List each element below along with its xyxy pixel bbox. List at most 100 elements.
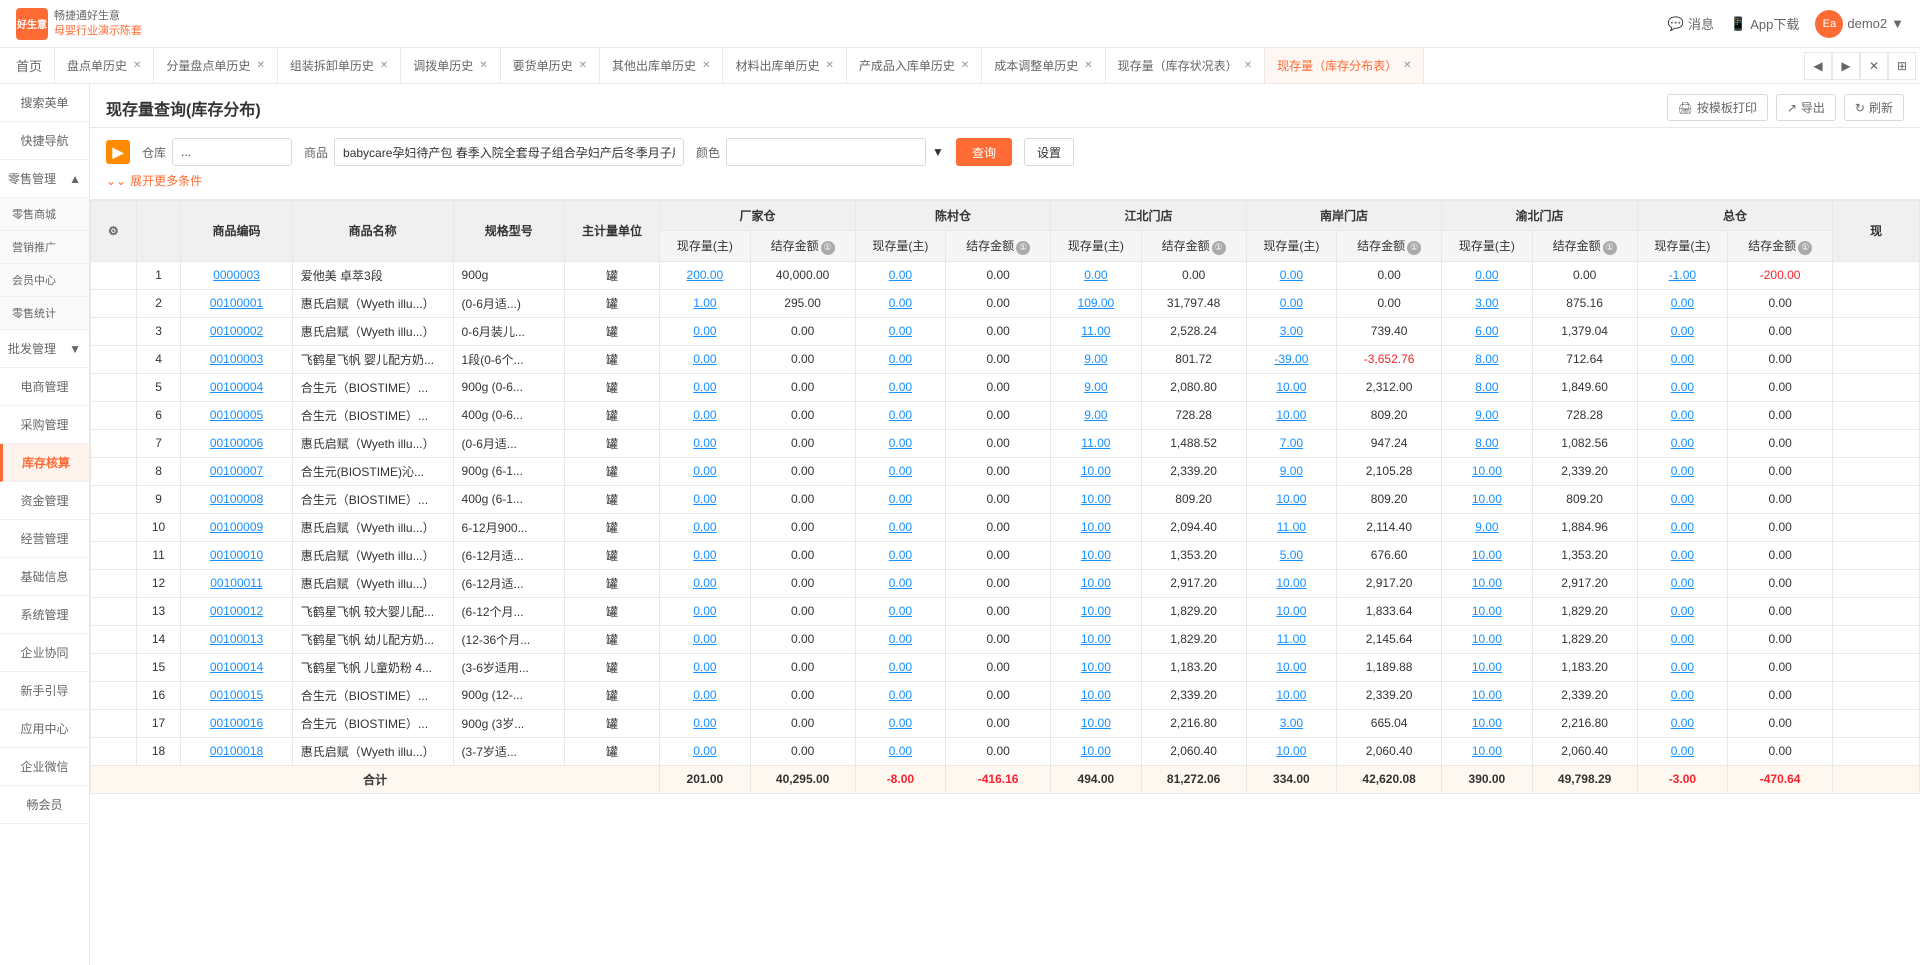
col-wh1-header: 厂家仓 <box>660 201 856 231</box>
sidebar-item-search[interactable]: 搜索英单 <box>0 84 89 122</box>
sidebar-item-member2[interactable]: 畅会员 <box>0 786 89 824</box>
col-total-qty: 现存量(主) <box>1637 231 1727 262</box>
tab-close-3[interactable]: ✕ <box>479 60 487 71</box>
product-label: 商品 <box>304 144 328 161</box>
tab-close-0[interactable]: ✕ <box>133 60 141 71</box>
tab-transfer[interactable]: 调拨单历史 ✕ <box>401 48 500 84</box>
info-icon-wh3[interactable]: ① <box>1212 241 1226 255</box>
logo-area: 好生意 畅捷通好生意 母婴行业演示陈套 <box>16 8 142 40</box>
sidebar-item-inventory[interactable]: 库存核算 <box>0 444 89 482</box>
settings-btn[interactable]: 设置 <box>1024 138 1074 166</box>
tab-expand-btn[interactable]: ⊞ <box>1888 52 1916 80</box>
table-row: 1300100012飞鹤星飞帆 较大婴儿配...(6-12个月...罐0.000… <box>91 597 1920 625</box>
sidebar-item-system[interactable]: 系统管理 <box>0 596 89 634</box>
tab-close-7[interactable]: ✕ <box>961 60 969 71</box>
tab-close-1[interactable]: ✕ <box>256 60 264 71</box>
table-row: 1400100013飞鹤星飞帆 幼儿配方奶...(12-36个月...罐0.00… <box>91 625 1920 653</box>
tab-material-out[interactable]: 材料出库单历史 ✕ <box>723 48 846 84</box>
warehouse-input[interactable] <box>172 138 292 166</box>
col-wh2-qty: 现存量(主) <box>855 231 945 262</box>
chevron-down-icon-wholesale: ▼ <box>69 342 81 356</box>
tab-close-6[interactable]: ✕ <box>825 60 833 71</box>
warehouse-label: 仓库 <box>142 144 166 161</box>
message-btn[interactable]: 💬 消息 <box>1668 14 1714 33</box>
sidebar-item-wholesale[interactable]: 批发管理▼ <box>0 330 89 368</box>
export-btn[interactable]: ↗ 导出 <box>1776 94 1836 121</box>
sidebar-item-enterprise[interactable]: 企业协同 <box>0 634 89 672</box>
sidebar-item-retail-mgmt[interactable]: 零售管理▲ <box>0 160 89 198</box>
message-icon: 💬 <box>1668 16 1684 32</box>
info-icon-wh2[interactable]: ① <box>1016 241 1030 255</box>
sidebar-item-marketing[interactable]: 营销推广 <box>0 231 89 264</box>
tab-close-10[interactable]: ✕ <box>1403 60 1411 71</box>
tab-home[interactable]: 首页 <box>4 48 55 84</box>
table-row: 1200100011惠氏启赋（Wyeth illu...）(6-12月适...罐… <box>91 569 1920 597</box>
color-label: 颜色 <box>696 144 720 161</box>
table-row: 700100006惠氏启赋（Wyeth illu...）(0-6月适...罐0.… <box>91 429 1920 457</box>
tab-sub-inventory[interactable]: 分量盘点单历史 ✕ <box>154 48 277 84</box>
tab-finished-in[interactable]: 产成品入库单历史 ✕ <box>847 48 982 84</box>
app-download-btn[interactable]: 📱 App下载 <box>1730 14 1799 33</box>
print-btn[interactable]: 🖨 按模板打印 <box>1667 94 1768 121</box>
sidebar-item-guide[interactable]: 新手引导 <box>0 672 89 710</box>
sidebar-item-finance[interactable]: 资金管理 <box>0 482 89 520</box>
tab-assembly[interactable]: 组装拆卸单历史 ✕ <box>278 48 401 84</box>
tab-order[interactable]: 要货单历史 ✕ <box>501 48 600 84</box>
col-gear[interactable]: ⚙ <box>91 201 137 262</box>
table-header-group: ⚙ 商品编码 商品名称 规格型号 主计量单位 厂家仓 陈村仓 江北门店 南岸门店… <box>91 201 1920 231</box>
export-icon: ↗ <box>1787 101 1797 115</box>
tab-cost-adjust[interactable]: 成本调整单历史 ✕ <box>982 48 1105 84</box>
expand-conditions-btn[interactable]: ⌄⌄ 展开更多条件 <box>106 172 202 189</box>
refresh-btn[interactable]: ↻ 刷新 <box>1844 94 1904 121</box>
query-btn[interactable]: 查询 <box>956 138 1012 166</box>
table-row: 800100007合生元(BIOSTIME)沁...900g (6-1...罐0… <box>91 457 1920 485</box>
table-row: 200100001惠氏启赋（Wyeth illu...）(0-6月适...)罐1… <box>91 289 1920 317</box>
topbar-right: 💬 消息 📱 App下载 Ea demo2 ▼ <box>1668 10 1904 38</box>
sidebar-item-basic[interactable]: 基础信息 <box>0 558 89 596</box>
chevron-up-icon: ▲ <box>69 172 81 186</box>
tab-close-9[interactable]: ✕ <box>1244 60 1252 71</box>
tab-close-all-btn[interactable]: ✕ <box>1860 52 1888 80</box>
table-row: 500100004合生元（BIOSTIME）...900g (0-6...罐0.… <box>91 373 1920 401</box>
sidebar-sub-retail: 零售商城 营销推广 会员中心 零售统计 <box>0 198 89 330</box>
user-info[interactable]: Ea demo2 ▼ <box>1815 10 1904 38</box>
sidebar-item-retail-stats[interactable]: 零售统计 <box>0 297 89 330</box>
sidebar-item-retail-mall[interactable]: 零售商城 <box>0 198 89 231</box>
tab-close-5[interactable]: ✕ <box>702 60 710 71</box>
col-wh3-amt: 结存金额① <box>1141 231 1246 262</box>
tab-inventory-check[interactable]: 盘点单历史 ✕ <box>55 48 154 84</box>
table-row: 600100005合生元（BIOSTIME）...400g (0-6...罐0.… <box>91 401 1920 429</box>
tab-close-8[interactable]: ✕ <box>1084 60 1092 71</box>
sidebar-item-member[interactable]: 会员中心 <box>0 264 89 297</box>
info-icon-total[interactable]: ① <box>1798 241 1812 255</box>
sidebar-item-quicknav[interactable]: 快捷导航 <box>0 122 89 160</box>
tab-nav-btns: ◀ ▶ ✕ ⊞ <box>1804 52 1916 80</box>
sidebar-item-appstore[interactable]: 应用中心 <box>0 710 89 748</box>
tabbar: 首页 盘点单历史 ✕ 分量盘点单历史 ✕ 组装拆卸单历史 ✕ 调拨单历史 ✕ 要… <box>0 48 1920 84</box>
tab-next-btn[interactable]: ▶ <box>1832 52 1860 80</box>
table-row: 900100008合生元（BIOSTIME）...400g (6-1...罐0.… <box>91 485 1920 513</box>
tab-close-2[interactable]: ✕ <box>380 60 388 71</box>
sidebar-item-operation[interactable]: 经营管理 <box>0 520 89 558</box>
info-icon-wh4[interactable]: ① <box>1407 241 1421 255</box>
col-wh3-qty: 现存量(主) <box>1051 231 1141 262</box>
col-wh5-header: 渝北门店 <box>1442 201 1638 231</box>
tab-stock-status[interactable]: 现存量（库存状况表） ✕ <box>1106 48 1265 84</box>
info-icon-wh1[interactable]: ① <box>821 241 835 255</box>
sidebar-item-ecommerce[interactable]: 电商管理 <box>0 368 89 406</box>
tab-close-4[interactable]: ✕ <box>579 60 587 71</box>
tab-other-out[interactable]: 其他出库单历史 ✕ <box>600 48 723 84</box>
tab-prev-btn[interactable]: ◀ <box>1804 52 1832 80</box>
sidebar-item-wechat[interactable]: 企业微信 <box>0 748 89 786</box>
product-input[interactable] <box>334 138 684 166</box>
col-name-header: 商品名称 <box>292 201 453 262</box>
table-row: 300100002惠氏启赋（Wyeth illu...）0-6月装儿...罐0.… <box>91 317 1920 345</box>
info-icon-wh5[interactable]: ① <box>1603 241 1617 255</box>
tab-stock-distribution[interactable]: 现存量（库存分布表） ✕ <box>1265 48 1424 84</box>
page-title: 现存量查询(库存分布) <box>106 96 261 120</box>
filter-toggle-btn[interactable]: ▶ <box>106 140 130 164</box>
col-wh2-amt: 结存金额① <box>946 231 1051 262</box>
color-input[interactable] <box>726 138 926 166</box>
sidebar-item-purchase[interactable]: 采购管理 <box>0 406 89 444</box>
table-container[interactable]: ⚙ 商品编码 商品名称 规格型号 主计量单位 厂家仓 陈村仓 江北门店 南岸门店… <box>90 200 1920 965</box>
